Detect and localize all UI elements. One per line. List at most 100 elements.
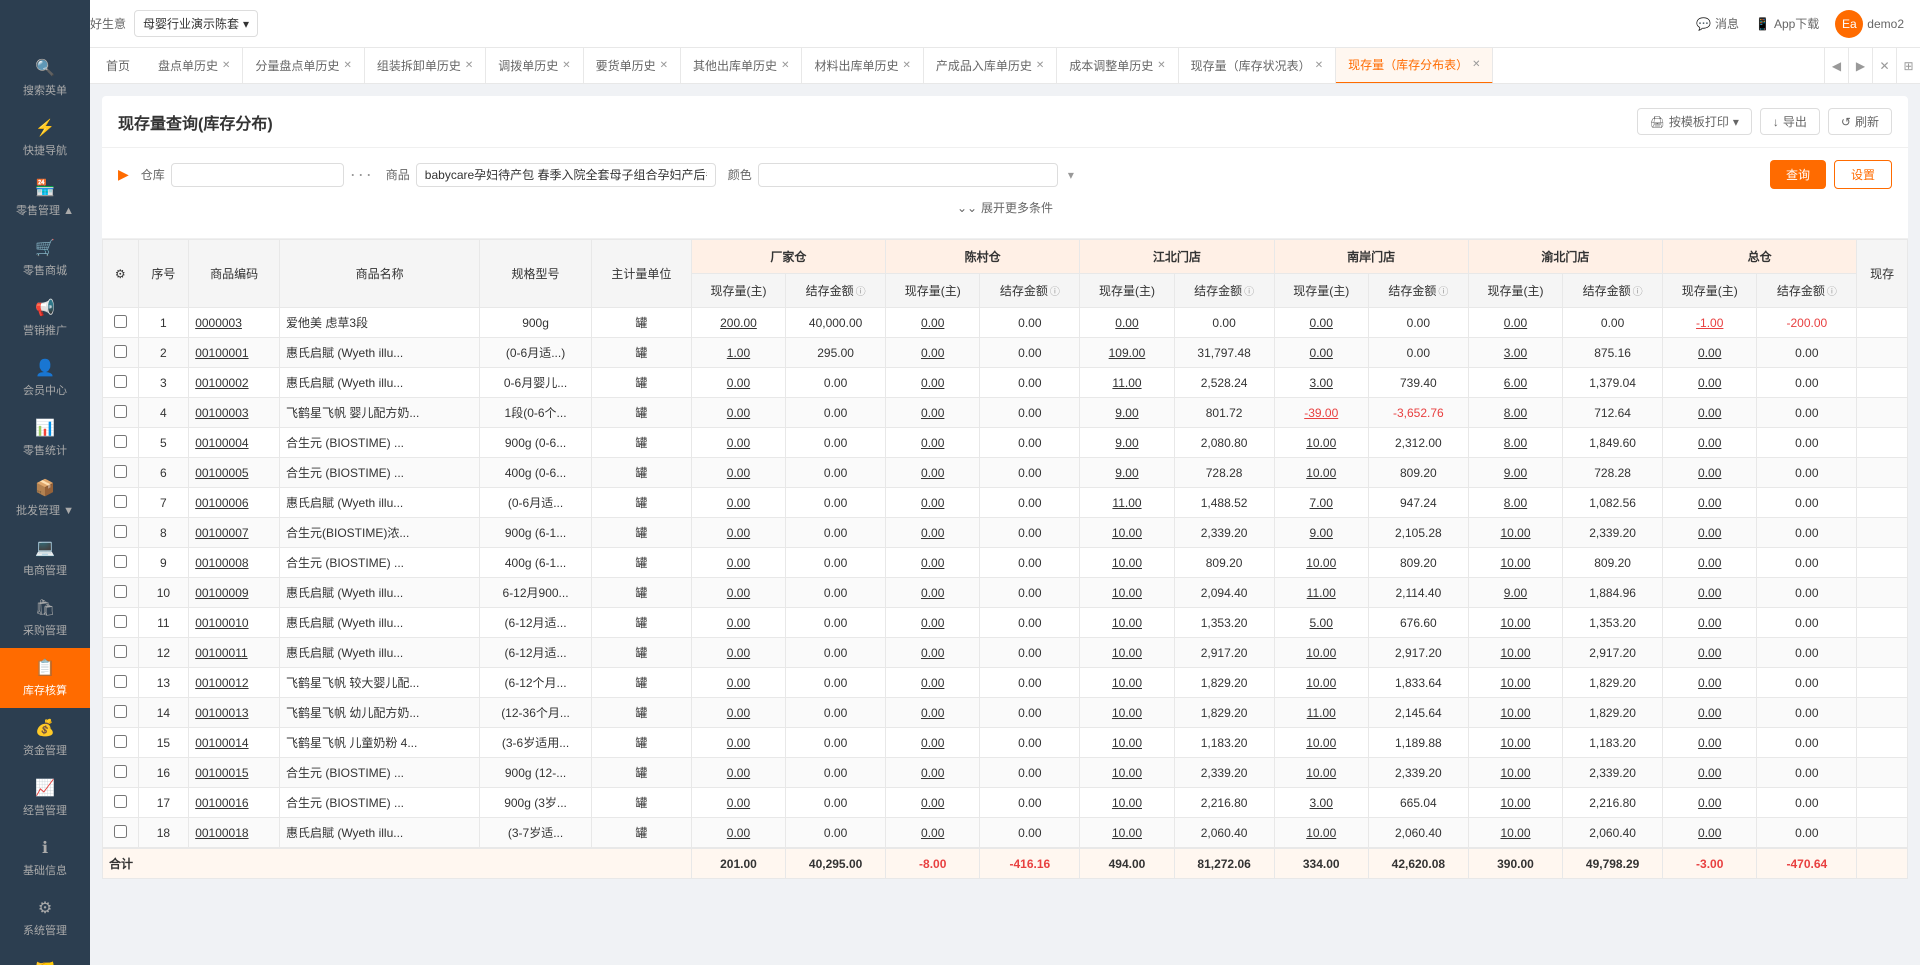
cell-fac-s[interactable]: 0.00 <box>691 428 785 458</box>
cell-check[interactable] <box>103 698 139 728</box>
tab-outbound[interactable]: 其他出库单历史 ✕ <box>681 48 802 84</box>
sidebar-item-retail-mall[interactable]: 🛒 零售商城 <box>0 228 90 288</box>
th-gear[interactable]: ⚙ <box>103 240 139 308</box>
row-checkbox[interactable] <box>114 345 127 358</box>
cell-jb-s[interactable]: 10.00 <box>1080 698 1174 728</box>
user-profile[interactable]: Ea demo2 <box>1835 10 1904 38</box>
cell-check[interactable] <box>103 728 139 758</box>
close-tab-10[interactable]: ✕ <box>1315 60 1323 71</box>
cell-tot-s[interactable]: 0.00 <box>1663 758 1757 788</box>
cell-code[interactable]: 0000003 <box>189 308 280 338</box>
cell-na-s[interactable]: 10.00 <box>1274 758 1368 788</box>
cell-fac-s[interactable]: 0.00 <box>691 488 785 518</box>
sidebar-item-search[interactable]: 🔍 搜索英单 <box>0 48 90 108</box>
row-checkbox[interactable] <box>114 555 127 568</box>
cell-tot-s[interactable]: 0.00 <box>1663 458 1757 488</box>
cell-fac-s[interactable]: 0.00 <box>691 758 785 788</box>
cell-code[interactable]: 00100001 <box>189 338 280 368</box>
tab-inventory-check[interactable]: 盘点单历史 ✕ <box>146 48 243 84</box>
close-tab-6[interactable]: ✕ <box>781 60 789 71</box>
export-btn[interactable]: ↓ 导出 <box>1760 108 1820 135</box>
cell-cs-s[interactable]: 0.00 <box>886 758 980 788</box>
cell-tot-s[interactable]: 0.00 <box>1663 548 1757 578</box>
cell-fac-s[interactable]: 0.00 <box>691 818 785 849</box>
cell-na-s[interactable]: 10.00 <box>1274 428 1368 458</box>
cell-cs-s[interactable]: 0.00 <box>886 668 980 698</box>
close-tab-7[interactable]: ✕ <box>902 60 910 71</box>
row-checkbox[interactable] <box>114 435 127 448</box>
tab-product-in[interactable]: 产成品入库单历史 ✕ <box>924 48 1057 84</box>
cell-jb-s[interactable]: 10.00 <box>1080 818 1174 849</box>
cell-tot-s[interactable]: 0.00 <box>1663 428 1757 458</box>
cell-fac-s[interactable]: 1.00 <box>691 338 785 368</box>
cell-check[interactable] <box>103 608 139 638</box>
close-tab-1[interactable]: ✕ <box>222 60 230 71</box>
nav-prev-btn[interactable]: ◀ <box>1824 48 1848 84</box>
cell-yb-s[interactable]: 10.00 <box>1468 818 1562 849</box>
industry-select[interactable]: 母婴行业演示陈套 ▾ <box>134 10 258 37</box>
tab-partial-check[interactable]: 分量盘点单历史 ✕ <box>243 48 364 84</box>
cell-na-s[interactable]: 5.00 <box>1274 608 1368 638</box>
close-tab-2[interactable]: ✕ <box>343 60 351 71</box>
cell-fac-s[interactable]: 0.00 <box>691 398 785 428</box>
cell-na-s[interactable]: 3.00 <box>1274 788 1368 818</box>
sidebar-item-nav[interactable]: ⚡ 快捷导航 <box>0 108 90 168</box>
cell-check[interactable] <box>103 548 139 578</box>
cell-yb-s[interactable]: 10.00 <box>1468 518 1562 548</box>
cell-cs-s[interactable]: 0.00 <box>886 578 980 608</box>
cell-check[interactable] <box>103 638 139 668</box>
cell-code[interactable]: 00100013 <box>189 698 280 728</box>
row-checkbox[interactable] <box>114 735 127 748</box>
tab-assemble[interactable]: 组装拆卸单历史 ✕ <box>365 48 486 84</box>
app-download-btn[interactable]: 📱 App下载 <box>1755 15 1819 32</box>
cell-check[interactable] <box>103 338 139 368</box>
cell-code[interactable]: 00100006 <box>189 488 280 518</box>
cell-na-s[interactable]: 3.00 <box>1274 368 1368 398</box>
cell-jb-s[interactable]: 10.00 <box>1080 728 1174 758</box>
cell-fac-s[interactable]: 200.00 <box>691 308 785 338</box>
tab-order[interactable]: 要货单历史 ✕ <box>584 48 681 84</box>
cell-tot-s[interactable]: 0.00 <box>1663 728 1757 758</box>
cell-jb-s[interactable]: 10.00 <box>1080 668 1174 698</box>
cell-yb-s[interactable]: 10.00 <box>1468 758 1562 788</box>
cell-cs-s[interactable]: 0.00 <box>886 518 980 548</box>
cell-code[interactable]: 00100018 <box>189 818 280 849</box>
row-checkbox[interactable] <box>114 825 127 838</box>
sidebar-item-wholesale[interactable]: 📦 批发管理 ▼ <box>0 468 90 528</box>
cell-jb-s[interactable]: 10.00 <box>1080 608 1174 638</box>
cell-code[interactable]: 00100007 <box>189 518 280 548</box>
color-input[interactable] <box>758 163 1058 187</box>
cell-code[interactable]: 00100002 <box>189 368 280 398</box>
messages-btn[interactable]: 💬 消息 <box>1696 15 1739 32</box>
cell-cs-s[interactable]: 0.00 <box>886 728 980 758</box>
color-dropdown-icon[interactable]: ▾ <box>1068 168 1074 182</box>
cell-fac-s[interactable]: 0.00 <box>691 578 785 608</box>
cell-fac-s[interactable]: 0.00 <box>691 368 785 398</box>
cell-tot-s[interactable]: -1.00 <box>1663 308 1757 338</box>
cell-na-s[interactable]: 0.00 <box>1274 338 1368 368</box>
cell-cs-s[interactable]: 0.00 <box>886 338 980 368</box>
row-checkbox[interactable] <box>114 375 127 388</box>
cell-yb-s[interactable]: 3.00 <box>1468 338 1562 368</box>
cell-code[interactable]: 00100015 <box>189 758 280 788</box>
cell-fac-s[interactable]: 0.00 <box>691 728 785 758</box>
cell-tot-s[interactable]: 0.00 <box>1663 488 1757 518</box>
cell-tot-s[interactable]: 0.00 <box>1663 668 1757 698</box>
cell-tot-s[interactable]: 0.00 <box>1663 578 1757 608</box>
cell-yb-s[interactable]: 6.00 <box>1468 368 1562 398</box>
row-checkbox[interactable] <box>114 465 127 478</box>
cell-tot-s[interactable]: 0.00 <box>1663 788 1757 818</box>
goods-input[interactable] <box>416 163 716 187</box>
cell-tot-s[interactable]: 0.00 <box>1663 368 1757 398</box>
sidebar-item-inventory[interactable]: 📋 库存核算 <box>0 648 90 708</box>
cell-code[interactable]: 00100005 <box>189 458 280 488</box>
search-btn[interactable]: 查询 <box>1770 160 1826 189</box>
row-checkbox[interactable] <box>114 525 127 538</box>
close-tab-4[interactable]: ✕ <box>562 60 570 71</box>
cell-jb-s[interactable]: 11.00 <box>1080 488 1174 518</box>
tab-transfer[interactable]: 调拨单历史 ✕ <box>486 48 583 84</box>
cell-cs-s[interactable]: 0.00 <box>886 428 980 458</box>
cell-cs-s[interactable]: 0.00 <box>886 788 980 818</box>
cell-yb-s[interactable]: 10.00 <box>1468 788 1562 818</box>
cell-tot-s[interactable]: 0.00 <box>1663 608 1757 638</box>
